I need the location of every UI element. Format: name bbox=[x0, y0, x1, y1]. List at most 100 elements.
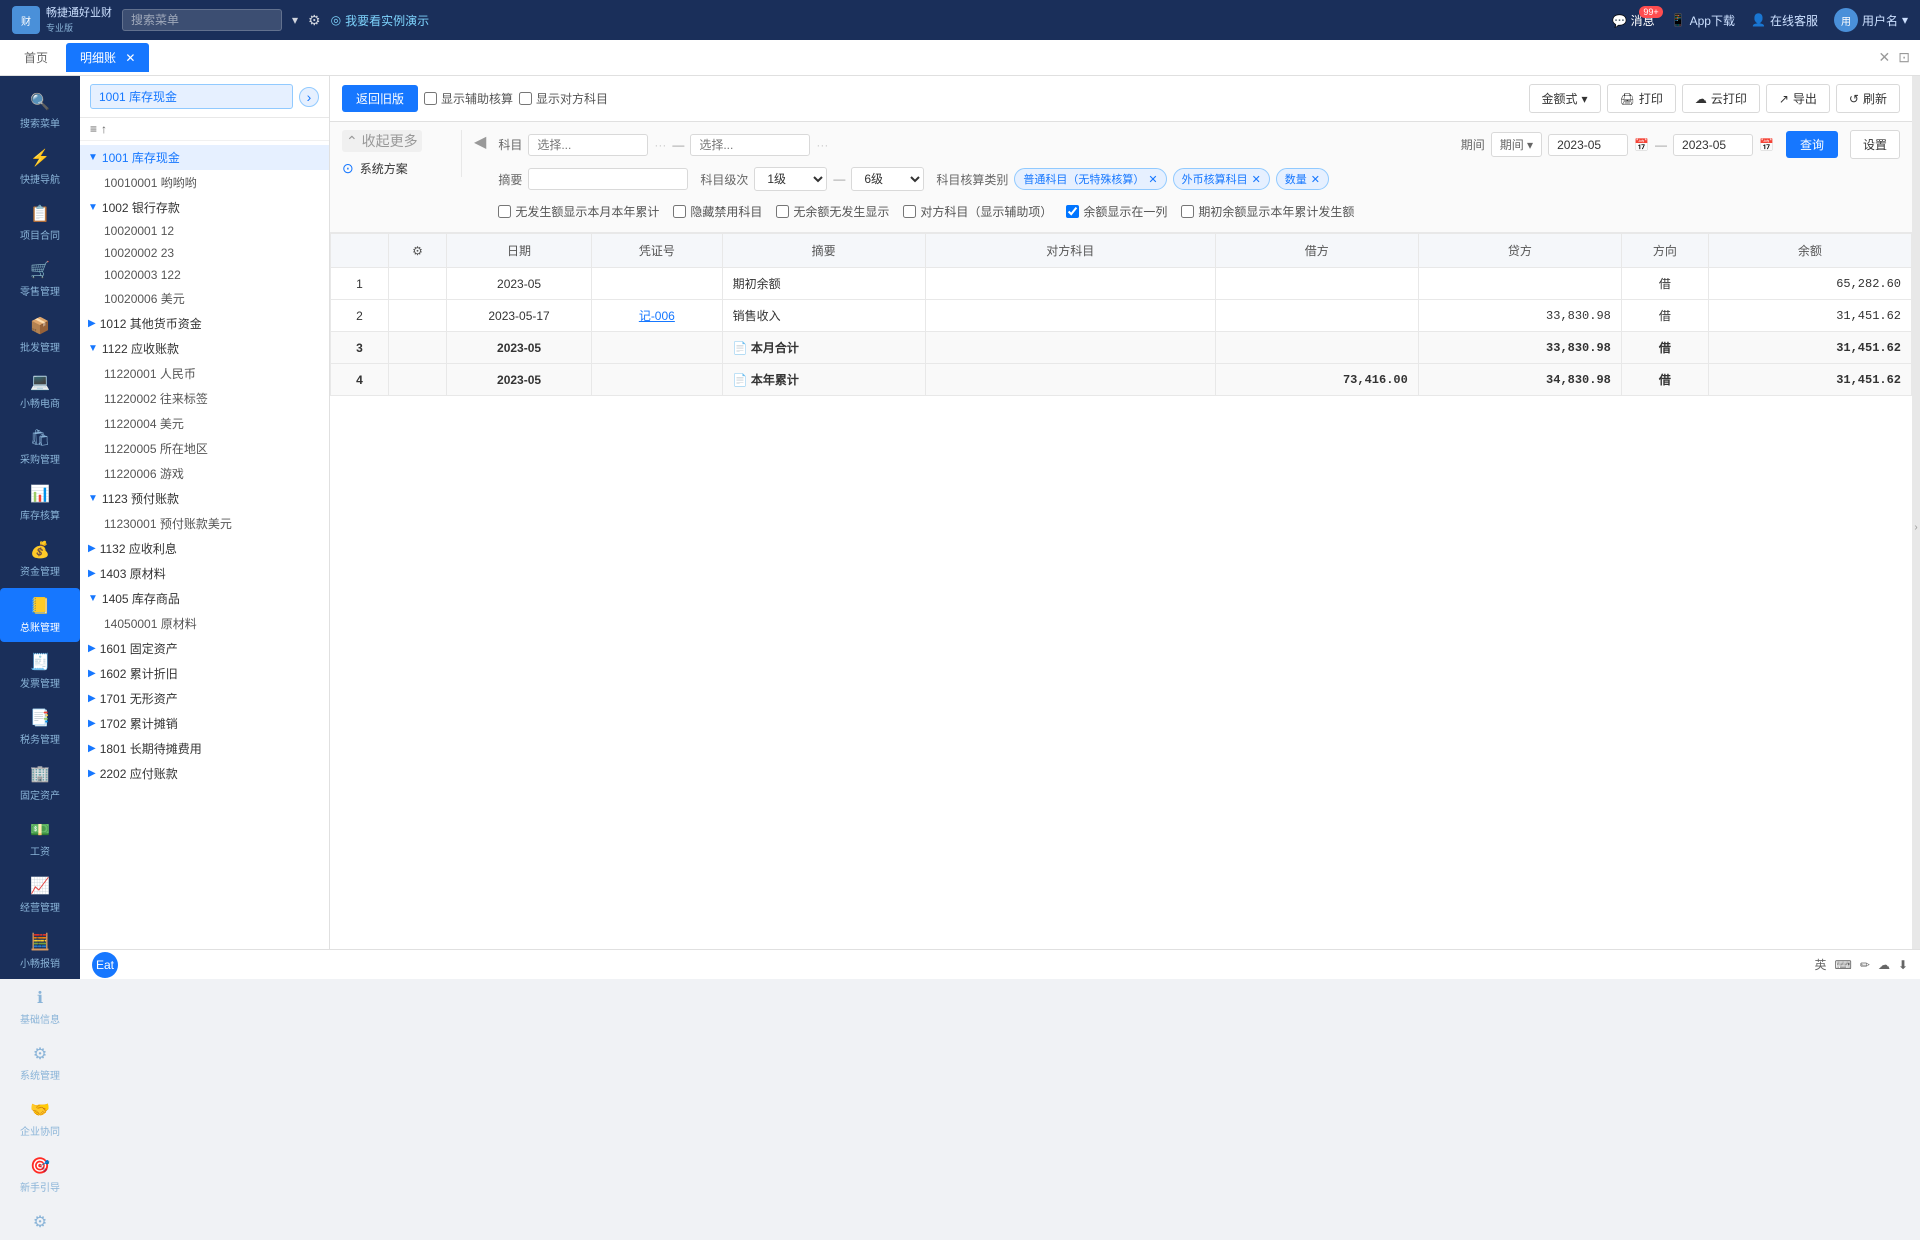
refresh-button[interactable]: ↺ 刷新 bbox=[1836, 84, 1900, 113]
tree-item-11230001[interactable]: 11230001 预付账款美元 bbox=[80, 511, 329, 536]
filter-period-to[interactable] bbox=[1673, 134, 1753, 156]
tab-bar-close-icon[interactable]: ✕ bbox=[1879, 49, 1891, 66]
filter-collapse-button[interactable]: ⌃ 收起更多 bbox=[342, 130, 422, 152]
period-type-dropdown[interactable]: 期间 ▾ bbox=[1491, 132, 1542, 157]
nav-item-cooperation[interactable]: 🤝 企业协同 bbox=[0, 1092, 80, 1146]
tree-item-1122[interactable]: ▼ 1122 应收账款 bbox=[80, 336, 329, 361]
back-old-version-button[interactable]: 返回旧版 bbox=[342, 85, 418, 112]
tree-item-11220005[interactable]: 11220005 所在地区 bbox=[80, 436, 329, 461]
nav-item-guide[interactable]: 🎯 新手引导 bbox=[0, 1148, 80, 1202]
tree-item-1403[interactable]: ▶ 1403 原材料 bbox=[80, 561, 329, 586]
filter-level-from-select[interactable]: 1级2级3级 bbox=[754, 167, 827, 191]
tree-item-11220004[interactable]: 11220004 美元 bbox=[80, 411, 329, 436]
nav-item-tax[interactable]: 📑 税务管理 bbox=[0, 700, 80, 754]
check-hide-disabled[interactable]: 隐藏禁用科目 bbox=[673, 203, 762, 220]
right-panel[interactable]: › bbox=[1912, 76, 1920, 979]
nav-item-sales[interactable]: 🧮 小畅报销 bbox=[0, 924, 80, 978]
tree-item-10020006[interactable]: 10020006 美元 bbox=[80, 286, 329, 311]
show-opposite-checkbox[interactable] bbox=[519, 92, 532, 105]
message-button[interactable]: 💬 消息 99+ bbox=[1612, 12, 1654, 29]
export-button[interactable]: ↗ 导出 bbox=[1766, 84, 1830, 113]
edit-button[interactable]: ✏ bbox=[1860, 958, 1870, 972]
tree-item-10020002[interactable]: 10020002 23 bbox=[80, 242, 329, 264]
tree-item-1012[interactable]: ▶ 1012 其他货币资金 bbox=[80, 311, 329, 336]
tree-item-10010001[interactable]: 10010001 哟哟哟 bbox=[80, 170, 329, 195]
filter-tag-foreign-close[interactable]: ✕ bbox=[1252, 173, 1261, 186]
check-opposite-subject[interactable]: 对方科目（显示辅助项） bbox=[903, 203, 1052, 220]
account-nav-right-button[interactable]: › bbox=[299, 87, 319, 107]
nav-item-quick[interactable]: ⚡ 快捷导航 bbox=[0, 140, 80, 194]
tree-item-10020001[interactable]: 10020001 12 bbox=[80, 220, 329, 242]
check-opening-balance-input[interactable] bbox=[1181, 205, 1194, 218]
tree-item-11220002[interactable]: 11220002 往来标签 bbox=[80, 386, 329, 411]
tree-item-14050001[interactable]: 14050001 原材料 bbox=[80, 611, 329, 636]
tab-bar-expand-icon[interactable]: ⊡ bbox=[1898, 49, 1910, 66]
tree-expand-icon[interactable]: ↑ bbox=[101, 122, 107, 136]
filter-subject-input[interactable] bbox=[528, 134, 648, 156]
chat-button[interactable]: Eat bbox=[92, 952, 118, 978]
tree-item-11220001[interactable]: 11220001 人民币 bbox=[80, 361, 329, 386]
tree-item-1702[interactable]: ▶ 1702 累计摊销 bbox=[80, 711, 329, 736]
check-balance-one-col[interactable]: 余额显示在一列 bbox=[1066, 203, 1167, 220]
filter-tag-ordinary-close[interactable]: ✕ bbox=[1148, 173, 1157, 186]
nav-item-wholesale[interactable]: 📦 批发管理 bbox=[0, 308, 80, 362]
tree-item-1801[interactable]: ▶ 1801 长期待摊费用 bbox=[80, 736, 329, 761]
download-button[interactable]: ⬇ bbox=[1898, 958, 1908, 972]
nav-item-retail[interactable]: 🛒 零售管理 bbox=[0, 252, 80, 306]
nav-gear-icon[interactable]: ⚙ bbox=[25, 1204, 55, 1240]
filter-tag-quantity-close[interactable]: ✕ bbox=[1311, 173, 1320, 186]
print-button[interactable]: 🖨 打印 bbox=[1607, 84, 1676, 113]
show-auxiliary-checkbox[interactable] bbox=[424, 92, 437, 105]
nav-item-salary[interactable]: 💵 工资 bbox=[0, 812, 80, 866]
tree-item-11220006[interactable]: 11220006 游戏 bbox=[80, 461, 329, 486]
nav-item-assets[interactable]: 🏢 固定资产 bbox=[0, 756, 80, 810]
check-hide-disabled-input[interactable] bbox=[673, 205, 686, 218]
filter-calendar-from[interactable]: 📅 bbox=[1634, 138, 1649, 152]
user-menu[interactable]: 用 用户名 ▾ bbox=[1834, 8, 1908, 32]
tab-close-icon[interactable]: ✕ bbox=[125, 51, 135, 65]
settings-button[interactable]: 设置 bbox=[1850, 130, 1900, 159]
keyboard-button[interactable]: ⌨ bbox=[1835, 958, 1852, 972]
nav-item-purchase[interactable]: 🛍 采购管理 bbox=[0, 420, 80, 474]
tree-item-1701[interactable]: ▶ 1701 无形资产 bbox=[80, 686, 329, 711]
tree-item-2202[interactable]: ▶ 2202 应付账款 bbox=[80, 761, 329, 786]
cloud-print-button[interactable]: ☁ 云打印 bbox=[1682, 84, 1760, 113]
tree-item-1405[interactable]: ▼ 1405 库存商品 bbox=[80, 586, 329, 611]
search-dropdown-icon[interactable]: ▾ bbox=[292, 13, 298, 27]
demo-link[interactable]: ◎ 我要看实例演示 bbox=[331, 12, 430, 29]
tree-item-10020003[interactable]: 10020003 122 bbox=[80, 264, 329, 286]
check-balance-one-col-input[interactable] bbox=[1066, 205, 1079, 218]
th-gear[interactable]: ⚙ bbox=[389, 234, 447, 268]
table-gear-icon[interactable]: ⚙ bbox=[412, 244, 423, 258]
nav-item-invoice[interactable]: 🧾 发票管理 bbox=[0, 644, 80, 698]
language-button[interactable]: 英 bbox=[1815, 956, 1827, 973]
amount-style-button[interactable]: 金额式 ▾ bbox=[1529, 84, 1601, 113]
nav-item-accounting[interactable]: 📒 总账管理 bbox=[0, 588, 80, 642]
filter-subject-input-2[interactable] bbox=[690, 134, 810, 156]
cloud-button[interactable]: ☁ bbox=[1878, 958, 1890, 972]
nav-item-system[interactable]: ⚙ 系统管理 bbox=[0, 1036, 80, 1090]
tree-item-1602[interactable]: ▶ 1602 累计折旧 bbox=[80, 661, 329, 686]
filter-summary-input[interactable] bbox=[528, 168, 688, 190]
filter-collapse-arrow[interactable]: ◀ bbox=[474, 134, 486, 151]
online-service-button[interactable]: 👤 在线客服 bbox=[1751, 12, 1818, 29]
nav-item-capital[interactable]: 💰 资金管理 bbox=[0, 532, 80, 586]
check-no-amount-input[interactable] bbox=[498, 205, 511, 218]
nav-item-inventory[interactable]: 📊 库存核算 bbox=[0, 476, 80, 530]
check-opposite-subject-input[interactable] bbox=[903, 205, 916, 218]
tab-ledger[interactable]: 明细账 ✕ bbox=[66, 43, 149, 72]
tree-item-1601[interactable]: ▶ 1601 固定资产 bbox=[80, 636, 329, 661]
tree-list-icon[interactable]: ≡ bbox=[90, 122, 97, 136]
nav-item-basic[interactable]: ℹ 基础信息 bbox=[0, 980, 80, 1034]
check-opening-balance[interactable]: 期初余额显示本年累计发生额 bbox=[1181, 203, 1354, 220]
tree-item-1002[interactable]: ▼ 1002 银行存款 bbox=[80, 195, 329, 220]
check-no-balance-input[interactable] bbox=[776, 205, 789, 218]
filter-calendar-to[interactable]: 📅 bbox=[1759, 138, 1774, 152]
filter-period-from[interactable] bbox=[1548, 134, 1628, 156]
search-input[interactable] bbox=[122, 9, 282, 31]
tree-item-1001[interactable]: ▼ 1001 库存现金 bbox=[80, 145, 329, 170]
check-no-amount[interactable]: 无发生额显示本月本年累计 bbox=[498, 203, 659, 220]
voucher-link[interactable]: 记-006 bbox=[639, 309, 675, 323]
tree-item-1132[interactable]: ▶ 1132 应收利息 bbox=[80, 536, 329, 561]
filter-level-to-select[interactable]: 6级1级2级 bbox=[851, 167, 924, 191]
